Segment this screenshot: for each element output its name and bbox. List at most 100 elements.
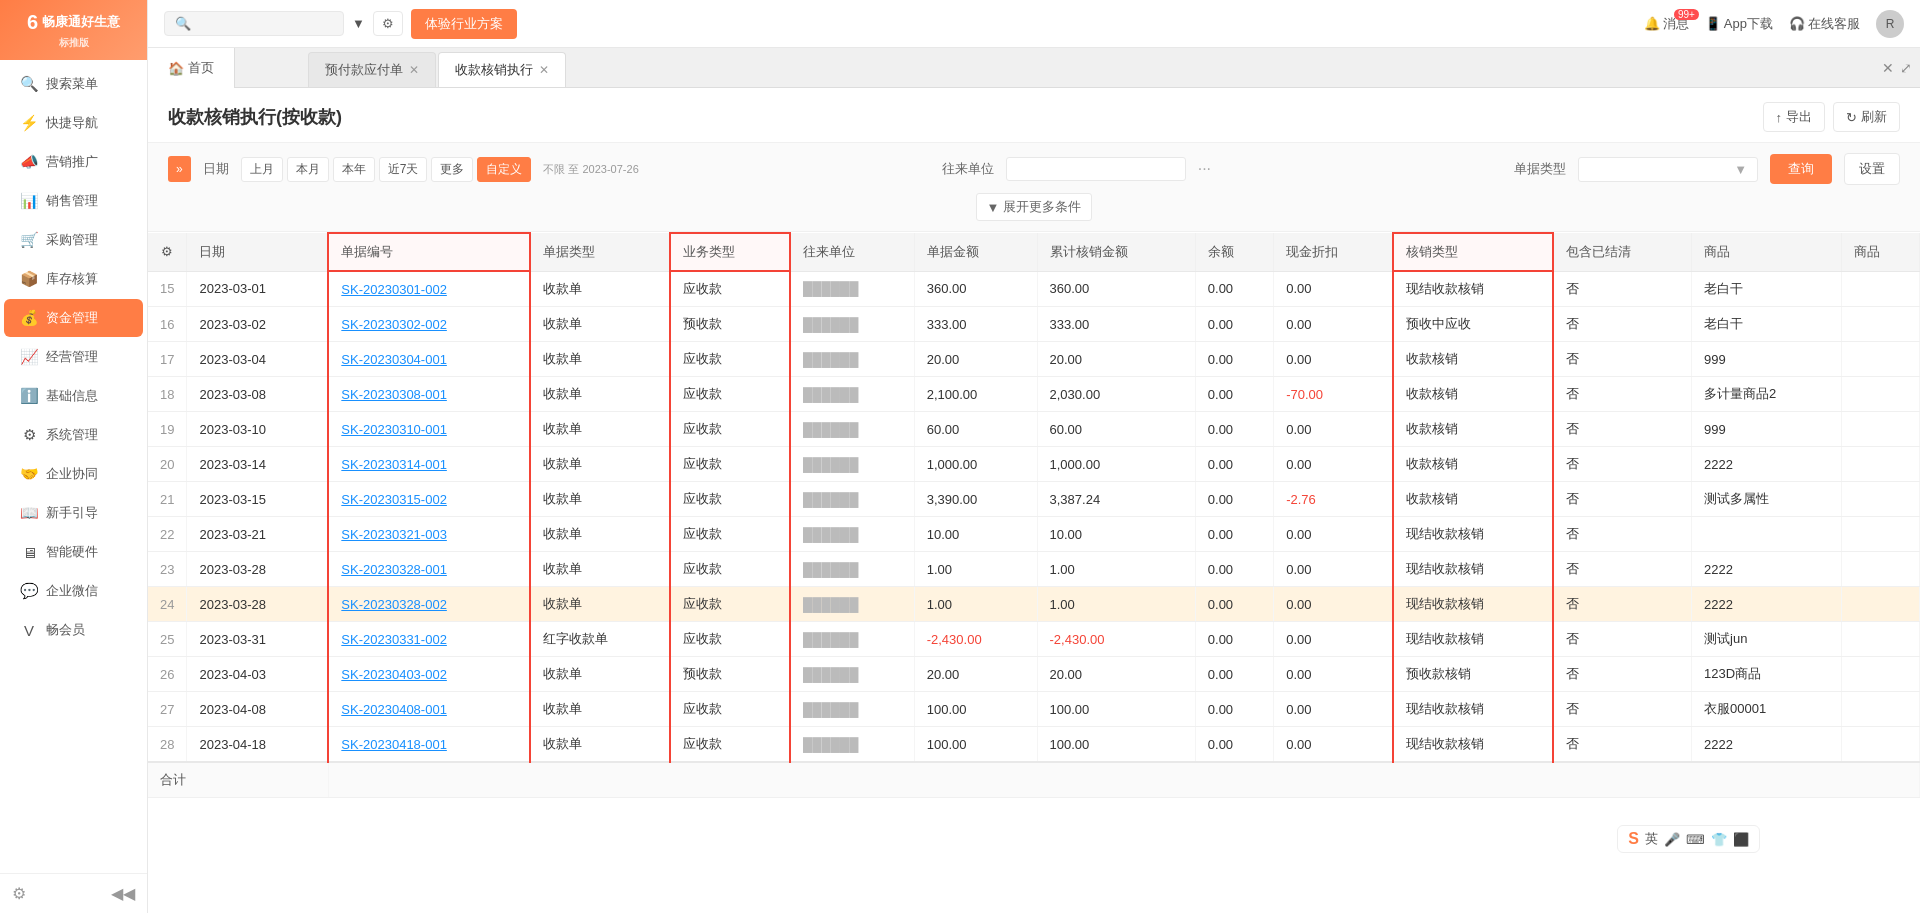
date-btn-this-year[interactable]: 本年 <box>333 157 375 182</box>
sidebar-item-14[interactable]: V畅会员 <box>4 611 143 649</box>
cell-amount: 100.00 <box>914 727 1037 763</box>
sidebar-item-4[interactable]: 🛒采购管理 <box>4 221 143 259</box>
voucher-link[interactable]: SK-20230328-002 <box>341 597 447 612</box>
sidebar-item-5[interactable]: 📦库存核算 <box>4 260 143 298</box>
voucher-link[interactable]: SK-20230418-001 <box>341 737 447 752</box>
collapse-icon[interactable]: ◀◀ <box>111 884 135 903</box>
user-avatar[interactable]: R <box>1876 10 1904 38</box>
date-btn-this-month[interactable]: 本月 <box>287 157 329 182</box>
cell-balance: 0.00 <box>1195 552 1273 587</box>
industry-btn[interactable]: 体验行业方案 <box>411 9 517 39</box>
date-btn-custom[interactable]: 自定义 <box>477 157 531 182</box>
cell-voucher-type: 收款单 <box>530 692 670 727</box>
sidebar-item-11[interactable]: 📖新手引导 <box>4 494 143 532</box>
cell-include-settled: 否 <box>1553 271 1692 307</box>
th-writeoff-type: 核销类型 <box>1393 233 1553 271</box>
cell-no: 15 <box>148 271 187 307</box>
cell-voucher-type: 收款单 <box>530 657 670 692</box>
sidebar-item-10[interactable]: 🤝企业协同 <box>4 455 143 493</box>
voucher-type-select[interactable]: ▼ <box>1578 157 1758 182</box>
cell-biz-type: 应收款 <box>670 377 790 412</box>
sidebar-item-1[interactable]: ⚡快捷导航 <box>4 104 143 142</box>
date-btn-last-month[interactable]: 上月 <box>241 157 283 182</box>
partner-input[interactable] <box>1006 157 1186 181</box>
headset-icon: 🎧 <box>1789 16 1805 31</box>
cell-goods <box>1692 517 1841 552</box>
date-btn-7days[interactable]: 近7天 <box>379 157 428 182</box>
app-download-link[interactable]: 📱 App下载 <box>1705 15 1773 33</box>
cell-writeoff-type: 预收中应收 <box>1393 307 1553 342</box>
sidebar-item-13[interactable]: 💬企业微信 <box>4 572 143 610</box>
filter-more-dots[interactable]: ··· <box>1198 160 1211 178</box>
voucher-link[interactable]: SK-20230310-001 <box>341 422 447 437</box>
cell-goods2 <box>1841 342 1920 377</box>
voucher-link[interactable]: SK-20230304-001 <box>341 352 447 367</box>
cell-writeoff-type: 现结收款核销 <box>1393 622 1553 657</box>
watermark-grid[interactable]: ⬛ <box>1733 832 1749 847</box>
th-settings[interactable]: ⚙ <box>148 233 187 271</box>
cell-no: 23 <box>148 552 187 587</box>
sidebar-item-0[interactable]: 🔍搜索菜单 <box>4 65 143 103</box>
voucher-link[interactable]: SK-20230403-002 <box>341 667 447 682</box>
tab-home[interactable]: 🏠 首页 <box>148 48 235 88</box>
sidebar-item-2[interactable]: 📣营销推广 <box>4 143 143 181</box>
filter-row-1: » 日期 上月 本月 本年 近7天 更多 自定义 不限 至 2023-07-26… <box>168 153 1900 185</box>
cell-amount: 100.00 <box>914 692 1037 727</box>
watermark-keyboard[interactable]: ⌨ <box>1686 832 1705 847</box>
voucher-type-label: 单据类型 <box>1514 160 1566 178</box>
tab-close-prepayment[interactable]: ✕ <box>409 63 419 77</box>
gear-button[interactable]: ⚙ <box>373 11 403 36</box>
voucher-link[interactable]: SK-20230328-001 <box>341 562 447 577</box>
top-search-box[interactable]: 🔍 <box>164 11 344 36</box>
cell-biz-type: 应收款 <box>670 447 790 482</box>
cell-goods2 <box>1841 692 1920 727</box>
tab-close-writeoff[interactable]: ✕ <box>539 63 549 77</box>
date-btn-more[interactable]: 更多 <box>431 157 473 182</box>
tab-expand-btn[interactable]: ⤢ <box>1900 60 1912 76</box>
refresh-btn[interactable]: ↻ 刷新 <box>1833 102 1900 132</box>
nav-label-12: 智能硬件 <box>46 543 98 561</box>
voucher-link[interactable]: SK-20230315-002 <box>341 492 447 507</box>
filter-collapse-btn[interactable]: » <box>168 156 191 182</box>
voucher-link[interactable]: SK-20230331-002 <box>341 632 447 647</box>
nav-label-7: 经营管理 <box>46 348 98 366</box>
voucher-link[interactable]: SK-20230408-001 <box>341 702 447 717</box>
sidebar-item-8[interactable]: ℹ️基础信息 <box>4 377 143 415</box>
settings-footer-icon[interactable]: ⚙ <box>12 884 26 903</box>
cell-amount: -2,430.00 <box>914 622 1037 657</box>
sidebar-item-9[interactable]: ⚙系统管理 <box>4 416 143 454</box>
sidebar-item-7[interactable]: 📈经营管理 <box>4 338 143 376</box>
voucher-link[interactable]: SK-20230302-002 <box>341 317 447 332</box>
sidebar-item-12[interactable]: 🖥智能硬件 <box>4 533 143 571</box>
cell-writeoff-amount: 100.00 <box>1037 727 1195 763</box>
cell-goods2 <box>1841 482 1920 517</box>
cell-goods2 <box>1841 727 1920 763</box>
watermark-mic[interactable]: 🎤 <box>1664 832 1680 847</box>
expand-icon: ▼ <box>987 200 1000 215</box>
cell-writeoff-amount: 20.00 <box>1037 342 1195 377</box>
settings-btn[interactable]: 设置 <box>1844 153 1900 185</box>
cell-voucher-no: SK-20230315-002 <box>328 482 530 517</box>
tab-close-btn[interactable]: ✕ <box>1882 60 1894 76</box>
sidebar-item-6[interactable]: 💰资金管理 <box>4 299 143 337</box>
cell-goods: 测试多属性 <box>1692 482 1841 517</box>
voucher-link[interactable]: SK-20230314-001 <box>341 457 447 472</box>
nav-icon-10: 🤝 <box>20 465 38 483</box>
sidebar-item-3[interactable]: 📊销售管理 <box>4 182 143 220</box>
messages-link[interactable]: 🔔 消息 99+ <box>1644 15 1689 33</box>
online-service-link[interactable]: 🎧 在线客服 <box>1789 15 1860 33</box>
top-bar-left: 🔍 ▼ ⚙ 体验行业方案 <box>164 9 1632 39</box>
voucher-link[interactable]: SK-20230308-001 <box>341 387 447 402</box>
expand-conditions-btn[interactable]: ▼ 展开更多条件 <box>976 193 1093 221</box>
cell-date: 2023-03-28 <box>187 587 328 622</box>
cell-goods2 <box>1841 657 1920 692</box>
tab-writeoff[interactable]: 收款核销执行 ✕ <box>438 52 566 87</box>
watermark-shirt[interactable]: 👕 <box>1711 832 1727 847</box>
top-bar-dropdown[interactable]: ▼ <box>352 16 365 31</box>
query-btn[interactable]: 查询 <box>1770 154 1832 184</box>
voucher-link[interactable]: SK-20230321-003 <box>341 527 447 542</box>
voucher-link[interactable]: SK-20230301-002 <box>341 282 447 297</box>
export-btn[interactable]: ↑ 导出 <box>1763 102 1826 132</box>
nav-label-11: 新手引导 <box>46 504 98 522</box>
tab-prepayment[interactable]: 预付款应付单 ✕ <box>308 52 436 87</box>
